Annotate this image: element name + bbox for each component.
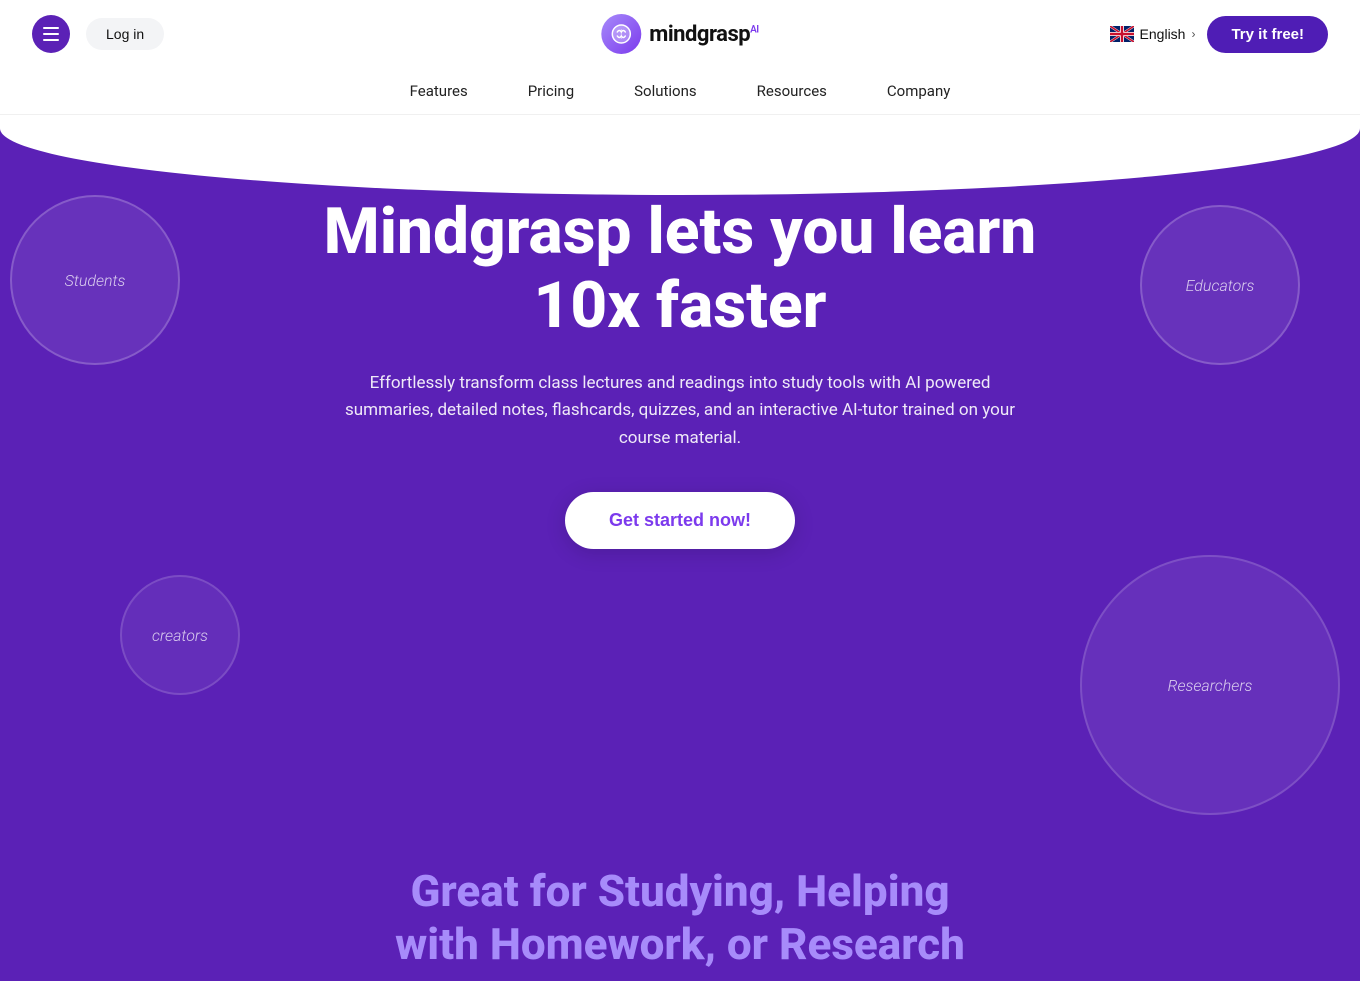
nav-pricing[interactable]: Pricing [528, 82, 574, 100]
language-label: English [1140, 26, 1186, 42]
circle-creators: creators [120, 575, 240, 695]
navbar-right: English › Try it free! [1110, 16, 1328, 53]
logo[interactable]: mindgraspAI [601, 14, 758, 54]
chevron-right-icon: › [1191, 27, 1195, 41]
subnav: Features Pricing Solutions Resources Com… [0, 68, 1360, 115]
menu-button[interactable] [32, 15, 70, 53]
login-button[interactable]: Log in [86, 18, 164, 50]
nav-features[interactable]: Features [410, 82, 468, 100]
circle-educators: Educators [1140, 205, 1300, 365]
language-selector[interactable]: English › [1110, 26, 1196, 42]
nav-company[interactable]: Company [887, 82, 950, 100]
hero-section: Students Educators creators Researchers … [0, 115, 1360, 835]
logo-text: mindgraspAI [649, 22, 758, 47]
educators-label: Educators [1186, 276, 1255, 295]
brain-svg [609, 22, 633, 46]
circle-students: Students [10, 195, 180, 365]
circle-researchers: Researchers [1080, 555, 1340, 815]
uk-flag-icon [1110, 26, 1134, 42]
logo-icon [601, 14, 641, 54]
hero-subtitle: Effortlessly transform class lectures an… [340, 370, 1020, 452]
cta-button[interactable]: Get started now! [565, 492, 795, 549]
navbar: Log in mindgraspAI English [0, 0, 1360, 68]
try-free-button[interactable]: Try it free! [1207, 16, 1328, 53]
menu-icon-line2 [43, 33, 59, 35]
creators-label: creators [152, 626, 208, 645]
bottom-title: Great for Studying, Helping with Homewor… [20, 865, 1340, 971]
students-label: Students [65, 271, 126, 290]
menu-icon-line3 [43, 39, 59, 41]
researchers-label: Researchers [1168, 676, 1253, 695]
navbar-left: Log in [32, 15, 164, 53]
menu-icon-line1 [43, 27, 59, 29]
nav-solutions[interactable]: Solutions [634, 82, 697, 100]
hero-title: Mindgrasp lets you learn 10x faster [324, 195, 1037, 342]
bottom-section: Great for Studying, Helping with Homewor… [0, 835, 1360, 981]
nav-resources[interactable]: Resources [757, 82, 827, 100]
